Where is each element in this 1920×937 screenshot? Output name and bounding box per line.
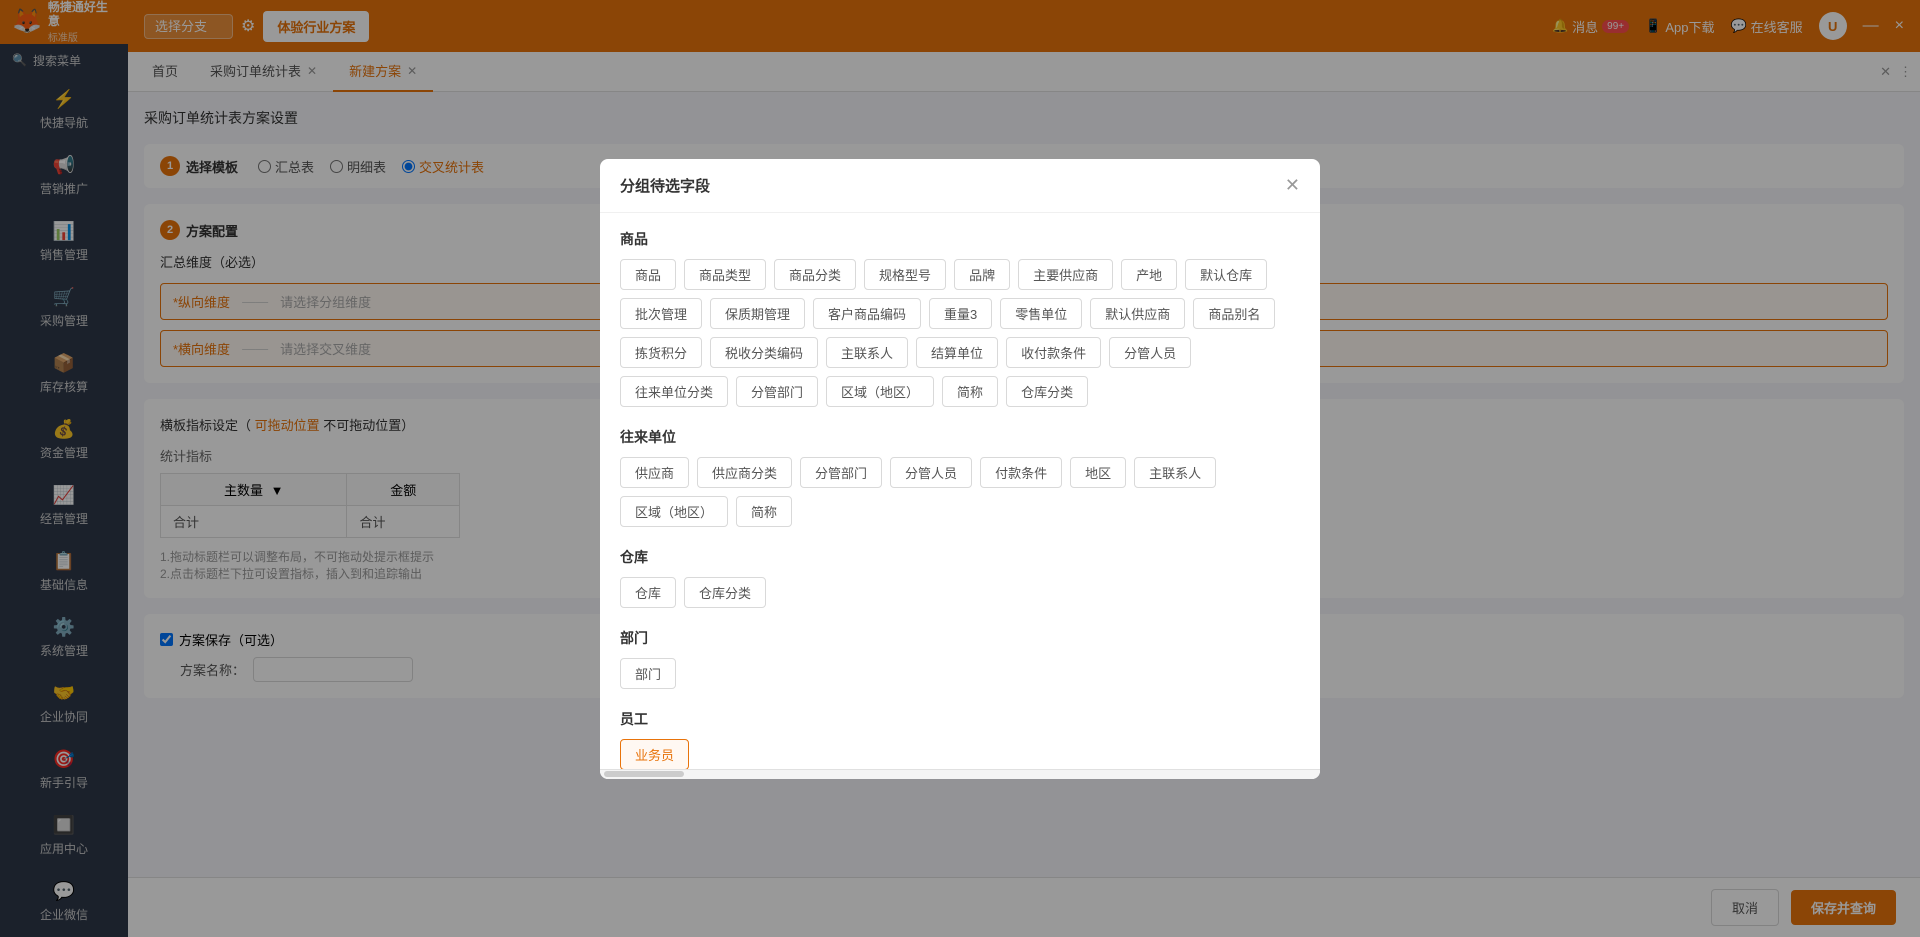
field-tag[interactable]: 商品类型 <box>684 259 766 290</box>
field-tag[interactable]: 重量3 <box>929 298 992 329</box>
field-tag[interactable]: 仓库分类 <box>684 577 766 608</box>
field-tag[interactable]: 保质期管理 <box>710 298 805 329</box>
field-tags-product: 商品商品类型商品分类规格型号品牌主要供应商产地默认仓库批次管理保质期管理客户商品… <box>620 259 1300 407</box>
field-tag[interactable]: 收付款条件 <box>1006 337 1101 368</box>
field-tag[interactable]: 分管部门 <box>800 457 882 488</box>
field-tag[interactable]: 简称 <box>736 496 792 527</box>
field-tag[interactable]: 分管人员 <box>890 457 972 488</box>
field-tag[interactable]: 批次管理 <box>620 298 702 329</box>
field-section-warehouse: 仓库仓库仓库分类 <box>620 547 1300 608</box>
field-tag[interactable]: 客户商品编码 <box>813 298 921 329</box>
field-tag[interactable]: 商品别名 <box>1193 298 1275 329</box>
modal-title: 分组待选字段 <box>620 175 710 196</box>
field-tag[interactable]: 产地 <box>1121 259 1177 290</box>
field-tag[interactable]: 简称 <box>942 376 998 407</box>
field-tag[interactable]: 默认仓库 <box>1185 259 1267 290</box>
field-tag[interactable]: 地区 <box>1070 457 1126 488</box>
field-tag[interactable]: 规格型号 <box>864 259 946 290</box>
field-section-partner: 往来单位供应商供应商分类分管部门分管人员付款条件地区主联系人区域（地区） 简称 <box>620 427 1300 527</box>
field-tag[interactable]: 仓库 <box>620 577 676 608</box>
field-tag[interactable]: 商品分类 <box>774 259 856 290</box>
modal-hscroll[interactable] <box>600 769 1320 779</box>
field-tag[interactable]: 税收分类编码 <box>710 337 818 368</box>
field-section-title-warehouse: 仓库 <box>620 547 1300 567</box>
field-tag[interactable]: 区域（地区） <box>620 496 728 527</box>
modal-header: 分组待选字段 ✕ <box>600 159 1320 213</box>
field-tag[interactable]: 供应商 <box>620 457 689 488</box>
field-section-product: 商品商品商品类型商品分类规格型号品牌主要供应商产地默认仓库批次管理保质期管理客户… <box>620 229 1300 407</box>
field-section-title-product: 商品 <box>620 229 1300 249</box>
field-tag[interactable]: 主联系人 <box>1134 457 1216 488</box>
field-tag[interactable]: 主联系人 <box>826 337 908 368</box>
field-tag[interactable]: 付款条件 <box>980 457 1062 488</box>
field-tag[interactable]: 品牌 <box>954 259 1010 290</box>
field-tag[interactable]: 商品 <box>620 259 676 290</box>
field-section-title-partner: 往来单位 <box>620 427 1300 447</box>
field-tags-warehouse: 仓库仓库分类 <box>620 577 1300 608</box>
field-tag[interactable]: 供应商分类 <box>697 457 792 488</box>
field-section-employee: 员工业务员 <box>620 709 1300 769</box>
field-tag[interactable]: 部门 <box>620 658 676 689</box>
field-tag[interactable]: 零售单位 <box>1000 298 1082 329</box>
field-tag[interactable]: 默认供应商 <box>1090 298 1185 329</box>
field-section-title-department: 部门 <box>620 628 1300 648</box>
field-tag[interactable]: 分管部门 <box>736 376 818 407</box>
hscroll-thumb <box>604 771 684 777</box>
field-tags-partner: 供应商供应商分类分管部门分管人员付款条件地区主联系人区域（地区） 简称 <box>620 457 1300 527</box>
field-section-department: 部门部门 <box>620 628 1300 689</box>
field-section-title-employee: 员工 <box>620 709 1300 729</box>
field-tags-employee: 业务员 <box>620 739 1300 769</box>
modal-body: 商品商品商品类型商品分类规格型号品牌主要供应商产地默认仓库批次管理保质期管理客户… <box>600 213 1320 769</box>
field-tag[interactable]: 区域（地区） <box>826 376 934 407</box>
field-tag[interactable]: 结算单位 <box>916 337 998 368</box>
field-tag[interactable]: 主要供应商 <box>1018 259 1113 290</box>
modal-overlay: 分组待选字段 ✕ 商品商品商品类型商品分类规格型号品牌主要供应商产地默认仓库批次… <box>0 0 1920 937</box>
modal-close-btn[interactable]: ✕ <box>1285 175 1300 196</box>
field-tag[interactable]: 仓库分类 <box>1006 376 1088 407</box>
field-tag[interactable]: 拣货积分 <box>620 337 702 368</box>
modal: 分组待选字段 ✕ 商品商品商品类型商品分类规格型号品牌主要供应商产地默认仓库批次… <box>600 159 1320 779</box>
field-tag[interactable]: 分管人员 <box>1109 337 1191 368</box>
field-tag[interactable]: 业务员 <box>620 739 689 769</box>
field-tags-department: 部门 <box>620 658 1300 689</box>
field-tag[interactable]: 往来单位分类 <box>620 376 728 407</box>
